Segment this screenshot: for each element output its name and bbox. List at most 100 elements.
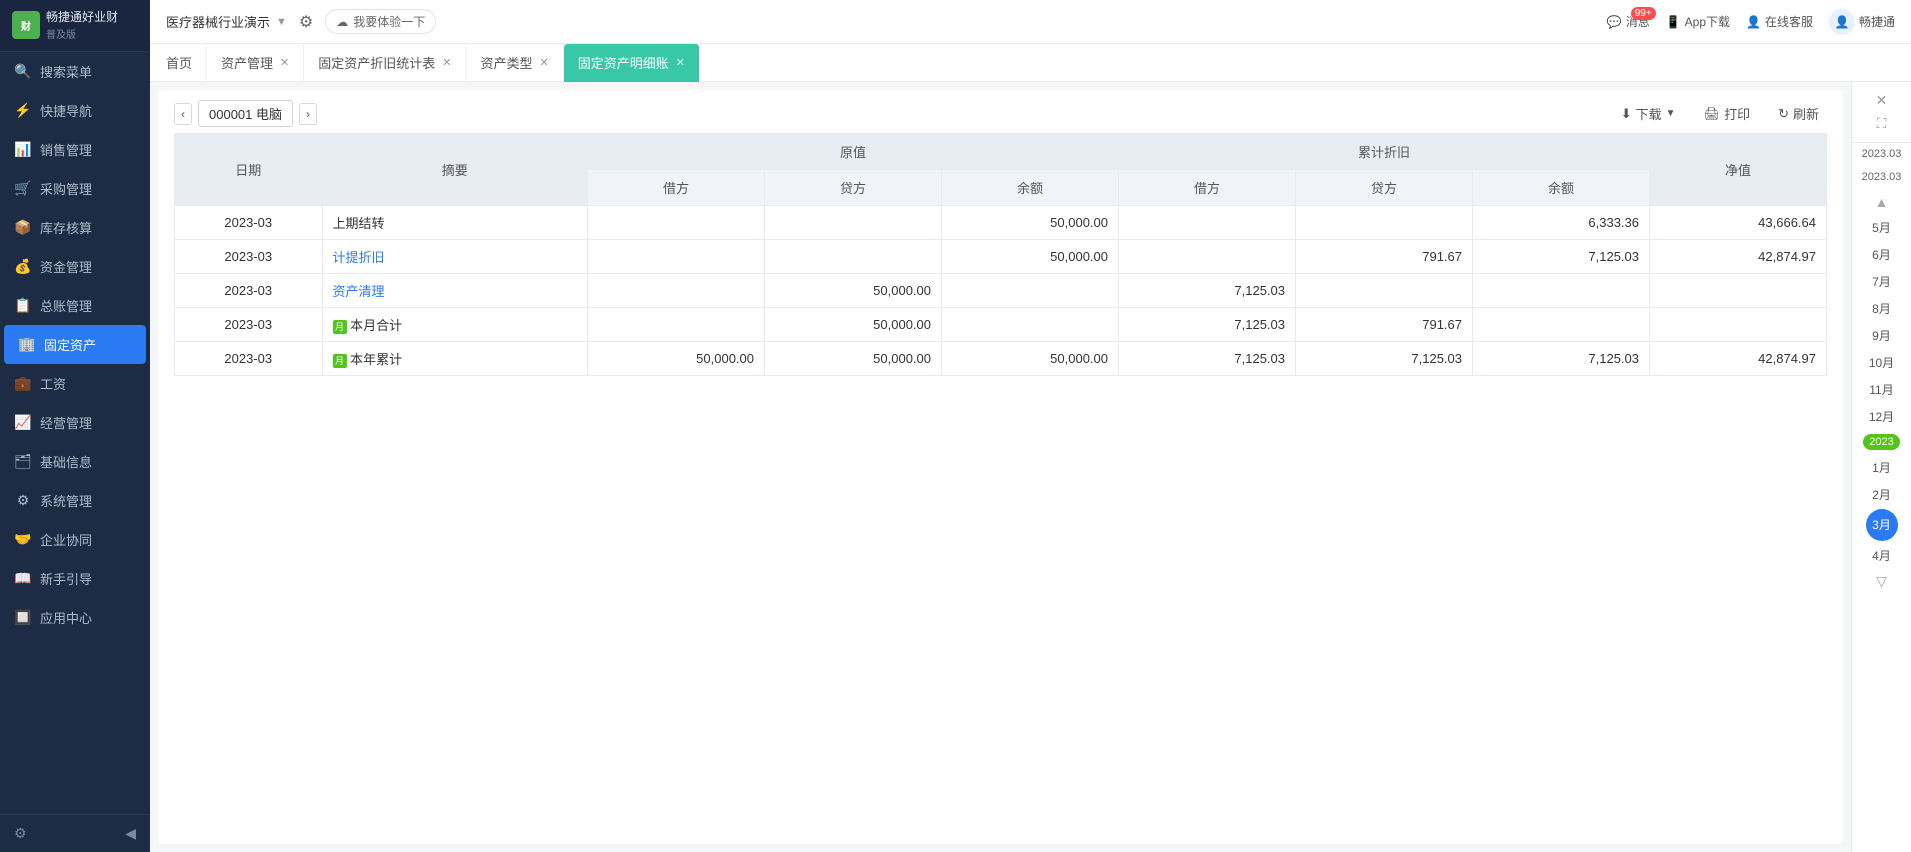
salary-icon: 💼 — [14, 375, 32, 392]
refresh-label: 刷新 — [1793, 104, 1819, 123]
fixed-assets-icon: 🏢 — [18, 336, 36, 353]
timeline-down-arrow[interactable]: ▽ — [1872, 569, 1891, 594]
timeline-month-2[interactable]: 2月 — [1852, 481, 1911, 508]
sidebar-item-system[interactable]: ⚙ 系统管理 — [0, 481, 150, 520]
next-asset-button[interactable]: › — [299, 103, 317, 125]
tab-depreciation-close[interactable]: ✕ — [442, 56, 451, 69]
timeline-month-9[interactable]: 9月 — [1852, 322, 1911, 349]
refresh-button[interactable]: ↻ 刷新 — [1770, 100, 1827, 127]
cell-dep-balance — [1473, 308, 1650, 342]
tab-asset-detail[interactable]: 固定资产明细账 ✕ — [564, 44, 700, 82]
print-label: 打印 — [1724, 104, 1750, 123]
cell-orig-credit: 50,000.00 — [765, 308, 942, 342]
timeline-month-4[interactable]: 4月 — [1852, 542, 1911, 569]
tab-depreciation-label: 固定资产折旧统计表 — [318, 53, 435, 72]
cell-summary[interactable]: 资产清理 — [322, 274, 588, 308]
col-orig-debit: 借方 — [588, 170, 765, 206]
customer-service-button[interactable]: 👤 在线客服 — [1746, 13, 1813, 30]
sidebar-item-apps[interactable]: 🔲 应用中心 — [0, 598, 150, 637]
download-arrow: ▼ — [1666, 108, 1676, 119]
messages-button[interactable]: 💬 消息 99+ — [1607, 13, 1650, 30]
sidebar-item-search[interactable]: 🔍 搜索菜单 — [0, 52, 150, 91]
timeline-month-8[interactable]: 8月 — [1852, 295, 1911, 322]
cell-dep-debit: 7,125.03 — [1119, 342, 1296, 376]
sidebar-item-label: 快捷导航 — [40, 101, 92, 120]
sidebar-item-guide[interactable]: 📖 新手引导 — [0, 559, 150, 598]
timeline-close-button[interactable]: ✕ — [1874, 90, 1890, 111]
tab-asset-type-close[interactable]: ✕ — [540, 56, 549, 69]
cell-dep-balance: 7,125.03 — [1473, 342, 1650, 376]
col-dep-credit: 贷方 — [1296, 170, 1473, 206]
sidebar-item-inventory[interactable]: 📦 库存核算 — [0, 208, 150, 247]
timeline-expand-button[interactable]: ⛶ — [1875, 113, 1889, 134]
app-version: 普及版 — [46, 26, 118, 41]
sidebar-item-quicknav[interactable]: ⚡ 快捷导航 — [0, 91, 150, 130]
month-total-icon: 月 — [333, 320, 347, 334]
sidebar-bottom: ⚙ ◀ — [0, 814, 150, 852]
timeline-month-11[interactable]: 11月 — [1852, 376, 1911, 403]
service-label: 在线客服 — [1765, 13, 1813, 30]
table-row: 2023-03上期结转50,000.006,333.3643,666.64 — [175, 206, 1827, 240]
experience-icon: ☁ — [336, 15, 348, 29]
experience-button[interactable]: ☁ 我要体验一下 — [325, 9, 436, 34]
download-button[interactable]: ⬇ 下载 ▼ — [1613, 100, 1684, 127]
sidebar-item-label: 新手引导 — [40, 569, 92, 588]
timeline-month-5[interactable]: 5月 — [1852, 214, 1911, 241]
purchase-icon: 🛒 — [14, 180, 32, 197]
tab-asset-mgmt-close[interactable]: ✕ — [280, 56, 289, 69]
timeline-month-7[interactable]: 7月 — [1852, 268, 1911, 295]
ledger-icon: 📋 — [14, 297, 32, 314]
sidebar-item-purchase[interactable]: 🛒 采购管理 — [0, 169, 150, 208]
print-icon: 🖨 — [1704, 106, 1721, 122]
cell-net-value — [1650, 308, 1827, 342]
tab-asset-mgmt[interactable]: 资产管理 ✕ — [207, 44, 304, 82]
sidebar-item-sales[interactable]: 📊 销售管理 — [0, 130, 150, 169]
cell-orig-balance: 50,000.00 — [942, 206, 1119, 240]
cell-orig-balance — [942, 274, 1119, 308]
cell-summary[interactable]: 计提折旧 — [322, 240, 588, 274]
tab-home-label: 首页 — [166, 53, 192, 72]
timeline-month-3-active[interactable]: 3月 — [1866, 509, 1898, 541]
cell-dep-credit: 791.67 — [1296, 240, 1473, 274]
cell-dep-balance — [1473, 274, 1650, 308]
sidebar-item-salary[interactable]: 💼 工资 — [0, 364, 150, 403]
service-icon: 👤 — [1746, 15, 1761, 29]
timeline-month-1[interactable]: 1月 — [1852, 454, 1911, 481]
settings-button[interactable]: ⚙ — [299, 12, 313, 32]
print-button[interactable]: 🖨 打印 — [1696, 100, 1759, 127]
timeline-month-10[interactable]: 10月 — [1852, 349, 1911, 376]
company-selector[interactable]: 医疗器械行业演示 ▼ — [166, 12, 287, 31]
cell-orig-credit — [765, 206, 942, 240]
cell-summary: 月 本月合计 — [322, 308, 588, 342]
tab-home[interactable]: 首页 — [166, 44, 207, 82]
tab-asset-type[interactable]: 资产类型 ✕ — [466, 44, 563, 82]
toolbar-left: ‹ 000001 电脑 › — [174, 100, 317, 127]
timeline-month-6[interactable]: 6月 — [1852, 241, 1911, 268]
sidebar-item-capital[interactable]: 💰 资金管理 — [0, 247, 150, 286]
cell-dep-credit: 791.67 — [1296, 308, 1473, 342]
timeline-up-arrow[interactable]: ▲ — [1871, 190, 1893, 214]
sidebar-item-operations[interactable]: 📈 经营管理 — [0, 403, 150, 442]
tab-asset-detail-close[interactable]: ✕ — [676, 56, 685, 69]
cell-dep-credit — [1296, 274, 1473, 308]
collapse-icon[interactable]: ◀ — [125, 825, 136, 842]
prev-asset-button[interactable]: ‹ — [174, 103, 192, 125]
capital-icon: 💰 — [14, 258, 32, 275]
timeline-month-12[interactable]: 12月 — [1852, 403, 1911, 430]
cell-dep-debit — [1119, 240, 1296, 274]
cell-orig-debit — [588, 240, 765, 274]
apps-icon: 🔲 — [14, 609, 32, 626]
sidebar-item-label: 企业协同 — [40, 530, 92, 549]
app-download-button[interactable]: 📱 App下载 — [1666, 13, 1730, 30]
sidebar-item-collab[interactable]: 🤝 企业协同 — [0, 520, 150, 559]
user-menu[interactable]: 👤 畅捷通 — [1829, 9, 1895, 35]
sidebar-item-ledger[interactable]: 📋 总账管理 — [0, 286, 150, 325]
sidebar-item-basics[interactable]: 🗂 基础信息 — [0, 442, 150, 481]
settings-icon[interactable]: ⚙ — [14, 825, 27, 842]
tab-depreciation[interactable]: 固定资产折旧统计表 ✕ — [304, 44, 466, 82]
timeline-date-header-2: 2023.03 — [1860, 166, 1904, 189]
sidebar-item-fixed-assets[interactable]: 🏢 固定资产 — [4, 325, 146, 364]
cell-orig-balance: 50,000.00 — [942, 342, 1119, 376]
messages-badge: 99+ — [1631, 7, 1656, 20]
cell-orig-credit: 50,000.00 — [765, 274, 942, 308]
